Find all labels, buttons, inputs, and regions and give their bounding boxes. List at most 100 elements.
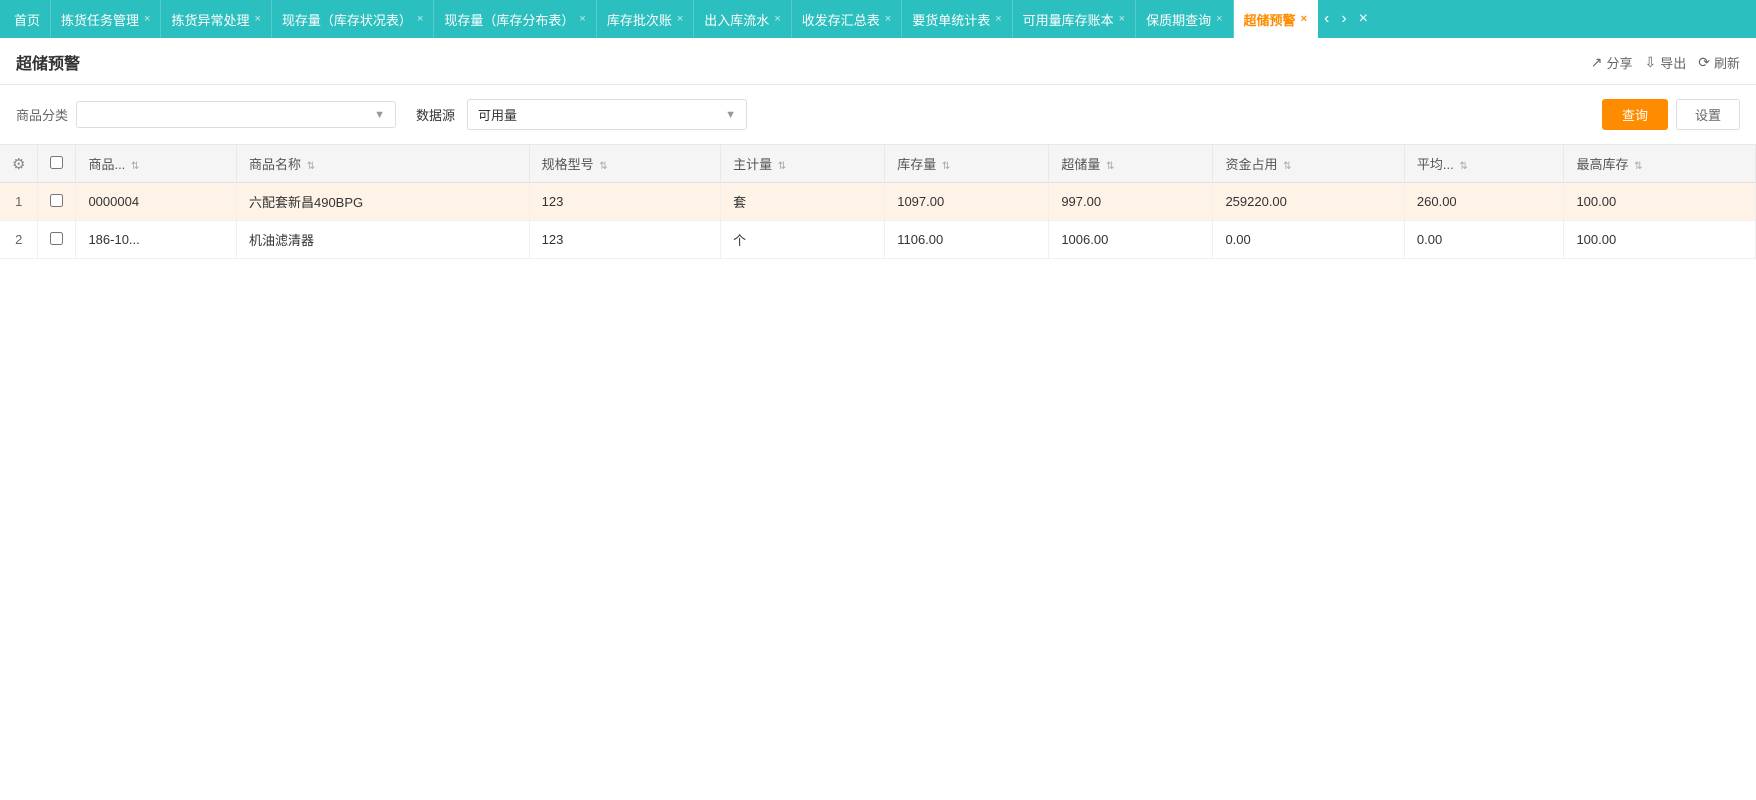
- row-name: 机油滤清器: [236, 221, 529, 259]
- row-avg: 0.00: [1404, 221, 1564, 259]
- export-button[interactable]: ⇩ 导出: [1645, 53, 1687, 72]
- nav-item-available-ledger[interactable]: 可用量库存账本 ×: [1013, 0, 1136, 38]
- page-header: 超储预警 ↗ 分享 ⇩ 导出 ⟳ 刷新: [0, 38, 1756, 85]
- row-stock: 1097.00: [885, 183, 1049, 221]
- nav-close-summary[interactable]: ×: [885, 13, 891, 25]
- nav-close-shelf-life[interactable]: ×: [1216, 13, 1222, 25]
- sort-icon-capital[interactable]: ⇅: [1283, 161, 1291, 172]
- datasource-filter: 数据源 可用量 ▼: [416, 99, 747, 130]
- nav-close-overstock-alert[interactable]: ×: [1301, 13, 1307, 25]
- th-avg: 平均... ⇅: [1404, 145, 1564, 183]
- query-button[interactable]: 查询: [1602, 99, 1668, 130]
- row-checkbox-cell: [38, 183, 76, 221]
- row-checkbox[interactable]: [50, 232, 63, 245]
- nav-close-inout-flow[interactable]: ×: [774, 13, 780, 25]
- nav-item-inout-flow[interactable]: 出入库流水 ×: [694, 0, 791, 38]
- sort-icon-spec[interactable]: ⇅: [599, 161, 607, 172]
- gear-icon[interactable]: ⚙: [12, 156, 25, 173]
- category-select[interactable]: ▼: [76, 101, 396, 128]
- nav-item-batch-account[interactable]: 库存批次账 ×: [597, 0, 694, 38]
- nav-label-home: 首页: [14, 10, 40, 29]
- sort-icon-avg[interactable]: ⇅: [1459, 161, 1467, 172]
- row-code: 186-10...: [76, 221, 237, 259]
- row-spec: 123: [529, 183, 720, 221]
- nav-item-home[interactable]: 首页: [4, 0, 51, 38]
- th-overstock-label: 超储量: [1061, 157, 1100, 172]
- sort-icon-name[interactable]: ⇅: [307, 161, 315, 172]
- nav-label-overstock-alert: 超储预警: [1244, 10, 1296, 29]
- nav-close-order-stat[interactable]: ×: [995, 13, 1001, 25]
- th-unit: 主计量 ⇅: [721, 145, 885, 183]
- nav-label-summary: 收发存汇总表: [802, 10, 880, 29]
- nav-item-pick-task[interactable]: 拣货任务管理 ×: [51, 0, 161, 38]
- table-wrap: ⚙ 商品... ⇅ 商品名称 ⇅ 规格型号 ⇅: [0, 145, 1756, 259]
- th-code: 商品... ⇅: [76, 145, 237, 183]
- nav-item-summary[interactable]: 收发存汇总表 ×: [792, 0, 902, 38]
- row-spec: 123: [529, 221, 720, 259]
- nav-extra-arrow[interactable]: ×: [1353, 0, 1374, 38]
- th-gear: ⚙: [0, 145, 38, 183]
- table-row: 2 186-10... 机油滤清器 123 个 1106.00 1006.00 …: [0, 221, 1756, 259]
- th-unit-label: 主计量: [733, 157, 772, 172]
- share-icon: ↗: [1591, 54, 1603, 71]
- refresh-label: 刷新: [1714, 53, 1740, 72]
- settings-button[interactable]: 设置: [1676, 99, 1740, 130]
- row-capital: 259220.00: [1213, 183, 1404, 221]
- nav-item-overstock-alert[interactable]: 超储预警 ×: [1234, 0, 1318, 38]
- sort-icon-max-stock[interactable]: ⇅: [1634, 161, 1642, 172]
- category-filter: 商品分类 ▼: [16, 101, 396, 128]
- nav-item-order-stat[interactable]: 要货单统计表 ×: [902, 0, 1012, 38]
- filter-actions: 查询 设置: [1602, 99, 1740, 130]
- row-unit: 个: [721, 221, 885, 259]
- nav-close-batch-account[interactable]: ×: [677, 13, 683, 25]
- nav-close-stock-dist[interactable]: ×: [579, 13, 585, 25]
- sort-icon-overstock[interactable]: ⇅: [1106, 161, 1114, 172]
- row-code: 0000004: [76, 183, 237, 221]
- sort-icon-unit[interactable]: ⇅: [778, 161, 786, 172]
- nav-right-arrow[interactable]: ›: [1335, 0, 1352, 38]
- table-row: 1 0000004 六配套新昌490BPG 123 套 1097.00 997.…: [0, 183, 1756, 221]
- page-container: 超储预警 ↗ 分享 ⇩ 导出 ⟳ 刷新 商品分类 ▼ 数据源: [0, 38, 1756, 800]
- row-overstock: 1006.00: [1049, 221, 1213, 259]
- page-title: 超储预警: [16, 50, 80, 74]
- nav-label-pick-task: 拣货任务管理: [61, 10, 139, 29]
- nav-item-shelf-life[interactable]: 保质期查询 ×: [1136, 0, 1233, 38]
- th-stock: 库存量 ⇅: [885, 145, 1049, 183]
- th-capital-label: 资金占用: [1225, 157, 1277, 172]
- nav-item-stock-dist[interactable]: 现存量（库存分布表） ×: [434, 0, 596, 38]
- th-spec: 规格型号 ⇅: [529, 145, 720, 183]
- th-checkbox: [38, 145, 76, 183]
- th-name: 商品名称 ⇅: [236, 145, 529, 183]
- sort-icon-code[interactable]: ⇅: [131, 161, 139, 172]
- th-code-label: 商品...: [88, 157, 125, 172]
- datasource-dropdown-icon: ▼: [725, 109, 736, 121]
- share-button[interactable]: ↗ 分享: [1591, 53, 1633, 72]
- th-stock-label: 库存量: [897, 157, 936, 172]
- datasource-select[interactable]: 可用量 ▼: [467, 99, 747, 130]
- datasource-label: 数据源: [416, 105, 455, 124]
- nav-label-available-ledger: 可用量库存账本: [1023, 10, 1114, 29]
- category-value: [87, 107, 91, 122]
- nav-close-pick-exception[interactable]: ×: [254, 13, 260, 25]
- th-avg-label: 平均...: [1417, 157, 1454, 172]
- th-max-stock-label: 最高库存: [1576, 157, 1628, 172]
- nav-label-stock-dist: 现存量（库存分布表）: [444, 10, 574, 29]
- row-checkbox[interactable]: [50, 194, 63, 207]
- refresh-icon: ⟳: [1698, 54, 1710, 71]
- header-actions: ↗ 分享 ⇩ 导出 ⟳ 刷新: [1591, 53, 1740, 72]
- row-unit: 套: [721, 183, 885, 221]
- select-all-checkbox[interactable]: [50, 156, 63, 169]
- nav-close-pick-task[interactable]: ×: [144, 13, 150, 25]
- nav-close-stock-status[interactable]: ×: [417, 13, 423, 25]
- nav-close-available-ledger[interactable]: ×: [1119, 13, 1125, 25]
- nav-label-shelf-life: 保质期查询: [1146, 10, 1211, 29]
- nav-item-pick-exception[interactable]: 拣货异常处理 ×: [161, 0, 271, 38]
- row-checkbox-cell: [38, 221, 76, 259]
- nav-left-arrow[interactable]: ‹: [1318, 0, 1335, 38]
- filter-row: 商品分类 ▼ 数据源 可用量 ▼ 查询 设置: [0, 85, 1756, 145]
- th-capital: 资金占用 ⇅: [1213, 145, 1404, 183]
- refresh-button[interactable]: ⟳ 刷新: [1698, 53, 1740, 72]
- nav-item-stock-status[interactable]: 现存量（库存状况表） ×: [272, 0, 434, 38]
- sort-icon-stock[interactable]: ⇅: [942, 161, 950, 172]
- nav-label-batch-account: 库存批次账: [607, 10, 672, 29]
